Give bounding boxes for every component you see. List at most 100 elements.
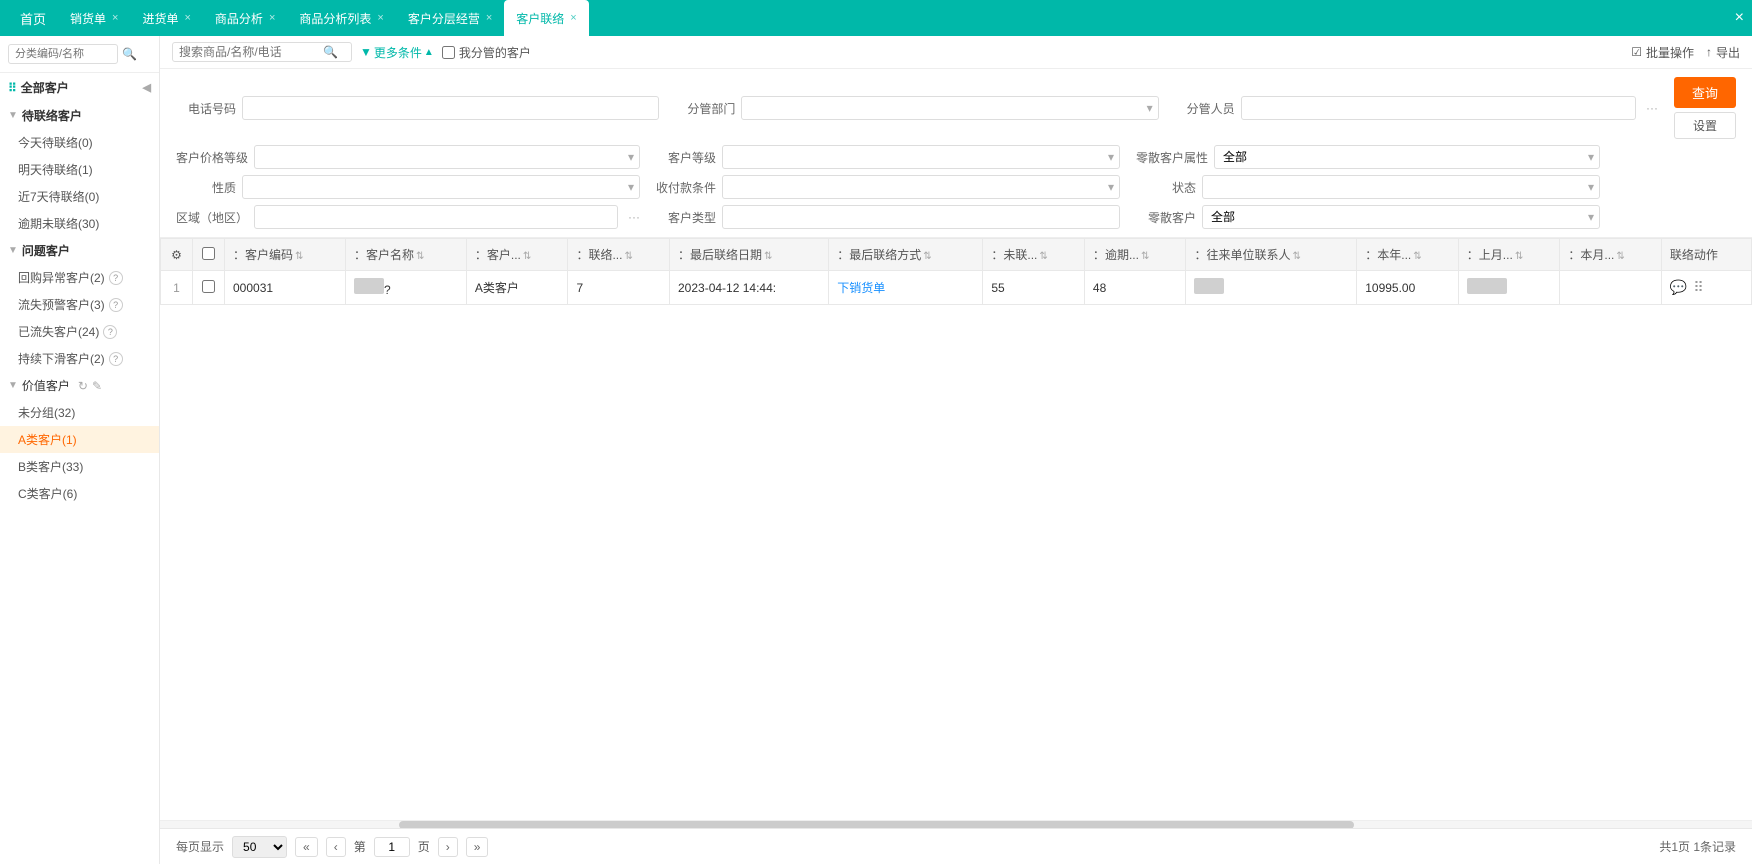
- filter-nature-select[interactable]: [242, 175, 640, 199]
- sidebar-section-value[interactable]: ▼ 价值客户 ↻ ✎: [0, 372, 159, 399]
- horizontal-scrollbar-thumb[interactable]: [399, 821, 1354, 828]
- export-icon: ↑: [1706, 45, 1712, 59]
- close-all-tabs[interactable]: ×: [1735, 9, 1744, 27]
- col-code[interactable]: ：客户编码⇅: [225, 239, 346, 271]
- sidebar-item-abnormal-repurchase[interactable]: 回购异常客户(2) ?: [0, 264, 159, 291]
- nav-sales[interactable]: 销货单 ×: [58, 0, 130, 36]
- main-search-input[interactable]: [179, 45, 319, 59]
- nav-customer-segment[interactable]: 客户分层经营 ×: [396, 0, 504, 36]
- filter-price-grade-label: 客户价格等级: [176, 149, 248, 166]
- sidebar-item-a-class[interactable]: A类客户(1): [0, 426, 159, 453]
- filter-region-dots[interactable]: ···: [628, 210, 640, 224]
- col-customer-type[interactable]: ：客户...⇅: [466, 239, 568, 271]
- sidebar-item-c-class[interactable]: C类客户(6): [0, 480, 159, 507]
- filter-person-dots[interactable]: ···: [1646, 101, 1658, 115]
- batch-op-btn[interactable]: ☑ 批量操作: [1631, 44, 1694, 61]
- main-search-icon[interactable]: 🔍: [323, 45, 338, 59]
- chevron-down-icon-pending: ▼: [8, 110, 18, 121]
- cell-customer-type: A类客户: [466, 271, 568, 305]
- nav-purchase-close[interactable]: ×: [184, 12, 190, 24]
- col-uncontacted[interactable]: ：未联...⇅: [983, 239, 1085, 271]
- nav-product-analysis-close[interactable]: ×: [269, 12, 275, 24]
- col-year-amount[interactable]: ：本年...⇅: [1357, 239, 1459, 271]
- sidebar-item-ungrouped[interactable]: 未分组(32): [0, 399, 159, 426]
- filter-scatter-attr-select[interactable]: 全部: [1214, 145, 1600, 169]
- filter-customer-grade-select[interactable]: [722, 145, 1120, 169]
- filter-nature: 性质 ▾: [176, 175, 640, 199]
- sidebar-grid-icon: ⠿: [8, 81, 17, 95]
- filter-payment-wrap: ▾: [722, 175, 1120, 199]
- sidebar-collapse-icon: ◀: [143, 81, 151, 94]
- col-this-month[interactable]: ：本月...⇅: [1560, 239, 1662, 271]
- last-page-btn[interactable]: »: [466, 837, 489, 857]
- nav-product-analysis[interactable]: 商品分析 ×: [203, 0, 287, 36]
- filter-phone: 电话号码: [176, 96, 659, 120]
- sidebar-all-customers[interactable]: ⠿ 全部客户 ◀: [0, 73, 159, 102]
- sort-contact: ⇅: [624, 251, 632, 262]
- sidebar-item-lost[interactable]: 已流失客户(24) ?: [0, 318, 159, 345]
- filter-payment-select[interactable]: [722, 175, 1120, 199]
- settings-button[interactable]: 设置: [1674, 112, 1736, 139]
- sidebar-section-pending[interactable]: ▼ 待联络客户: [0, 102, 159, 129]
- first-page-btn[interactable]: «: [295, 837, 318, 857]
- col-contact-count[interactable]: ：联络...⇅: [568, 239, 670, 271]
- sidebar-search-icon[interactable]: 🔍: [122, 47, 137, 61]
- next-page-btn[interactable]: ›: [438, 837, 458, 857]
- col-name[interactable]: ：客户名称⇅: [345, 239, 466, 271]
- my-customers-checkbox[interactable]: [442, 46, 455, 59]
- nav-sales-close[interactable]: ×: [112, 12, 118, 24]
- col-last-month[interactable]: ：上月...⇅: [1458, 239, 1560, 271]
- per-page-select[interactable]: 50 20 100: [232, 836, 287, 858]
- sidebar-item-today-pending[interactable]: 今天待联络(0): [0, 129, 159, 156]
- nav-product-analysis-list-close[interactable]: ×: [377, 12, 383, 24]
- select-all-checkbox[interactable]: [202, 247, 215, 260]
- nav-purchase[interactable]: 进货单 ×: [130, 0, 202, 36]
- filter-status-select[interactable]: [1202, 175, 1600, 199]
- filter-phone-input[interactable]: [242, 96, 659, 120]
- filter-region-input[interactable]: [254, 205, 618, 229]
- sidebar-search-input[interactable]: [8, 44, 118, 64]
- sidebar-item-b-class[interactable]: B类客户(33): [0, 453, 159, 480]
- sidebar-item-loss-warning[interactable]: 流失预警客户(3) ?: [0, 291, 159, 318]
- cell-index: 1: [161, 271, 193, 305]
- sidebar-item-tomorrow-pending[interactable]: 明天待联络(1): [0, 156, 159, 183]
- nav-product-analysis-list[interactable]: 商品分析列表 ×: [287, 0, 395, 36]
- sidebar-section-problem[interactable]: ▼ 问题客户: [0, 237, 159, 264]
- nav-customer-contact[interactable]: 客户联络 ×: [504, 0, 588, 36]
- refresh-icon-value[interactable]: ↻: [78, 379, 88, 393]
- more-conditions-btn[interactable]: ▼ 更多条件 ▲: [360, 44, 434, 61]
- info-icon-lost: ?: [103, 325, 117, 339]
- sidebar-item-7days-pending[interactable]: 近7天待联络(0): [0, 183, 159, 210]
- nav-customer-segment-close[interactable]: ×: [486, 12, 492, 24]
- export-btn[interactable]: ↑ 导出: [1706, 44, 1740, 61]
- col-last-contact-date[interactable]: ：最后联络日期⇅: [670, 239, 829, 271]
- filter-price-grade-select[interactable]: [254, 145, 640, 169]
- qrcode-icon[interactable]: ⠿: [1693, 279, 1703, 296]
- sidebar-item-declining[interactable]: 持续下滑客户(2) ?: [0, 345, 159, 372]
- filter-customer-type-input[interactable]: [722, 205, 1120, 229]
- filter-person-input[interactable]: [1241, 96, 1636, 120]
- chat-icon[interactable]: 💬: [1670, 279, 1687, 296]
- filter-customer-grade-wrap: ▾: [722, 145, 1120, 169]
- col-settings[interactable]: ⚙: [161, 239, 193, 271]
- filter-payment: 收付款条件 ▾: [656, 175, 1120, 199]
- filter-scatter-select[interactable]: 全部: [1202, 205, 1600, 229]
- row-checkbox[interactable]: [202, 280, 215, 293]
- prev-page-btn[interactable]: ‹: [326, 837, 346, 857]
- query-button[interactable]: 查询: [1674, 77, 1736, 108]
- col-last-contact-method[interactable]: ：最后联络方式⇅: [829, 239, 983, 271]
- my-customers-checkbox-label[interactable]: 我分管的客户: [442, 44, 531, 61]
- info-icon-abnormal: ?: [109, 271, 123, 285]
- filter-row-4: 区域（地区） ··· 客户类型 零散客户 全部 ▾: [176, 205, 1736, 229]
- sort-year: ⇅: [1413, 251, 1421, 262]
- nav-home[interactable]: 首页: [8, 0, 58, 36]
- filter-dept-label: 分管部门: [675, 100, 735, 117]
- nav-customer-contact-close[interactable]: ×: [570, 12, 576, 24]
- page-input[interactable]: [374, 837, 410, 857]
- edit-icon-value[interactable]: ✎: [92, 379, 102, 393]
- sidebar-item-overdue-contact[interactable]: 逾期未联络(30): [0, 210, 159, 237]
- last-contact-method-link[interactable]: 下销货单: [837, 281, 885, 295]
- col-contact-person[interactable]: ：往来单位联系人⇅: [1186, 239, 1357, 271]
- filter-dept-select[interactable]: [741, 96, 1158, 120]
- col-overdue[interactable]: ：逾期...⇅: [1084, 239, 1186, 271]
